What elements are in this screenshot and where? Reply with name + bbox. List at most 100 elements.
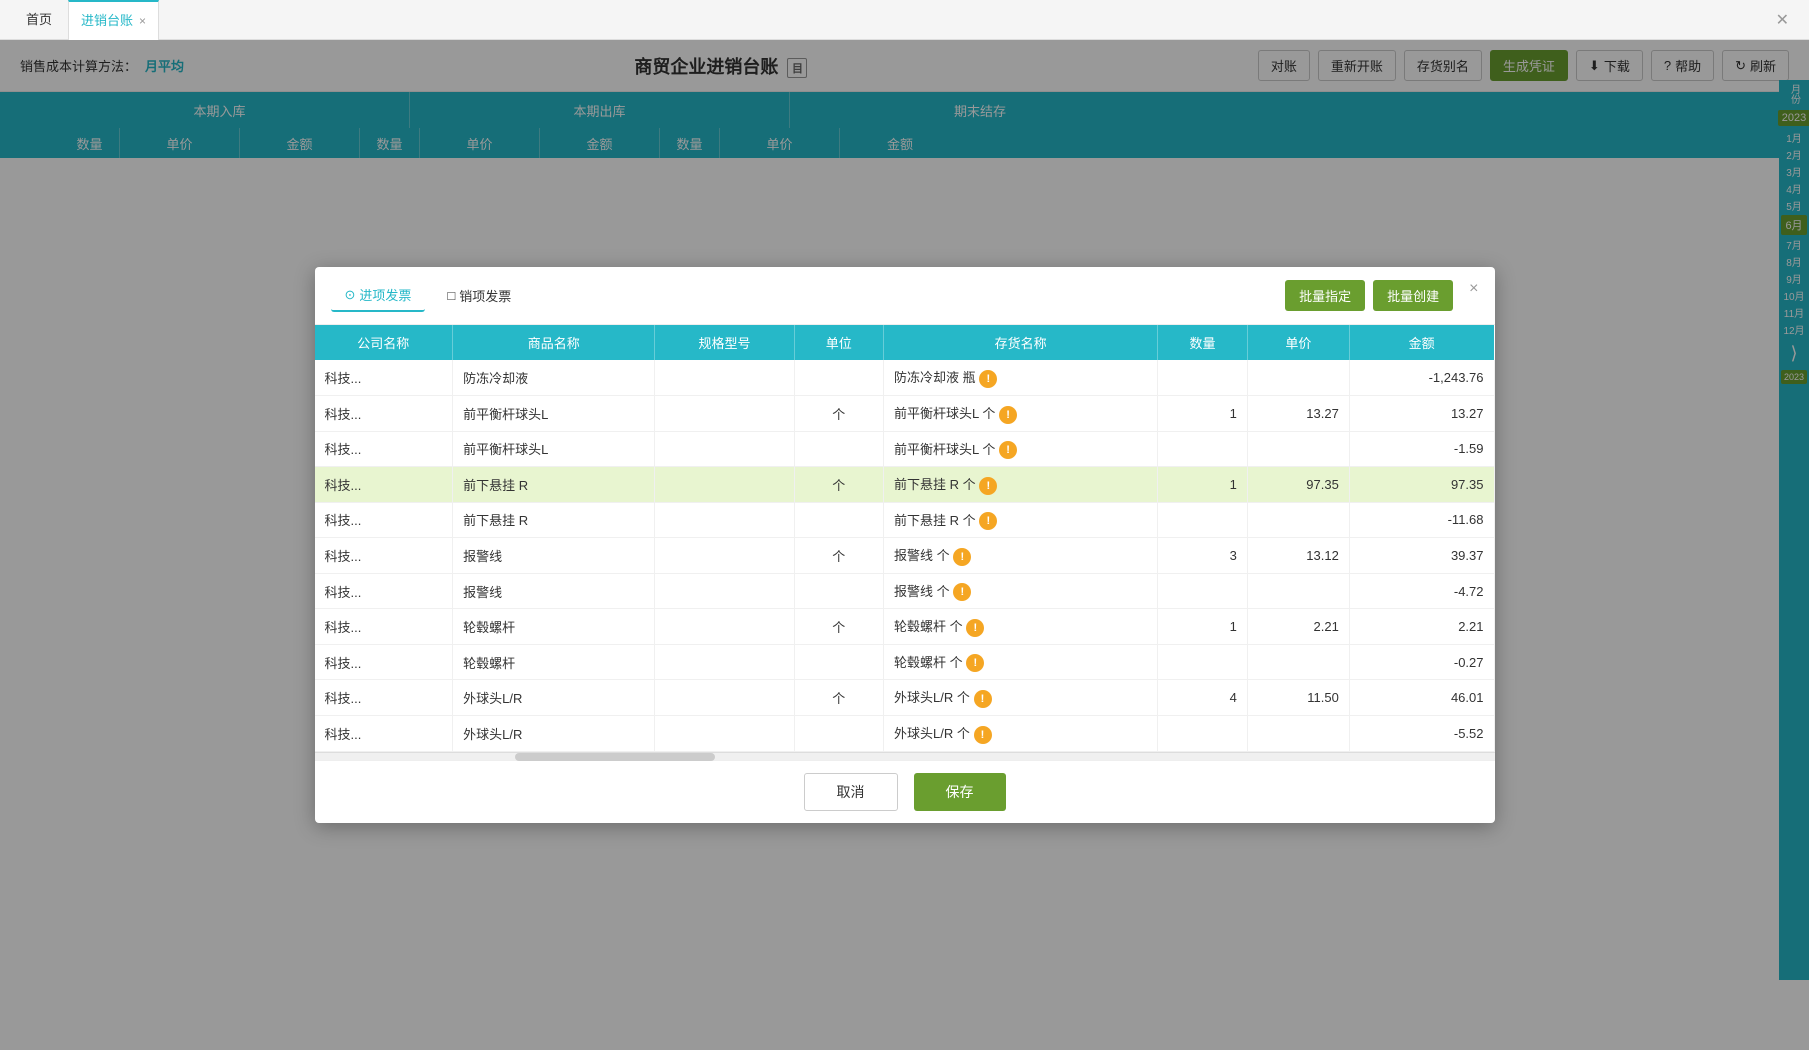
modal-table-container: 公司名称 商品名称 规格型号 单位 存货名称 数量 单价 金额 科技...防冻冷…: [315, 325, 1495, 751]
home-tab[interactable]: 首页: [10, 0, 68, 40]
table-cell: 1: [1158, 395, 1248, 431]
tab-sales-invoice[interactable]: □ 销项发票: [433, 280, 525, 311]
table-cell: 科技...: [315, 609, 453, 645]
table-cell: [1158, 360, 1248, 395]
tab-purchase-invoice[interactable]: ⊙ 进项发票: [331, 279, 426, 312]
table-cell: 97.35: [1349, 467, 1494, 503]
table-cell: 科技...: [315, 467, 453, 503]
table-cell: 科技...: [315, 680, 453, 716]
table-row[interactable]: 科技...前下悬挂 R前下悬挂 R 个 !-11.68: [315, 502, 1495, 538]
table-cell: 13.27: [1247, 395, 1349, 431]
table-cell: 前下悬挂 R: [453, 467, 655, 503]
table-cell: -1,243.76: [1349, 360, 1494, 395]
table-cell: [655, 467, 794, 503]
modal-scrollbar[interactable]: [315, 752, 1495, 760]
inventory-cell: 轮毂螺杆 个 !: [884, 644, 1158, 680]
table-cell: 科技...: [315, 431, 453, 467]
warning-icon: !: [953, 548, 971, 566]
table-cell: [794, 573, 884, 609]
table-row[interactable]: 科技...外球头L/R外球头L/R 个 !-5.52: [315, 716, 1495, 752]
inventory-cell: 轮毂螺杆 个 !: [884, 609, 1158, 645]
invoice-table: 公司名称 商品名称 规格型号 单位 存货名称 数量 单价 金额 科技...防冻冷…: [315, 325, 1495, 751]
table-cell: [1247, 360, 1349, 395]
inventory-cell: 防冻冷却液 瓶 !: [884, 360, 1158, 395]
active-tab-label: 进销台账: [81, 1, 133, 41]
warning-icon: !: [979, 512, 997, 530]
table-cell: 报警线: [453, 538, 655, 574]
table-cell: [655, 431, 794, 467]
table-cell: 科技...: [315, 502, 453, 538]
col-inventory: 存货名称: [884, 325, 1158, 360]
table-cell: [655, 680, 794, 716]
table-row[interactable]: 科技...前平衡杆球头L 前平衡杆球头L 个 ! -1.59: [315, 431, 1495, 467]
table-cell: -0.27: [1349, 644, 1494, 680]
modal-dialog: ⊙ 进项发票 □ 销项发票 批量指定 批量创建 ×: [315, 267, 1495, 822]
table-cell: [794, 502, 884, 538]
col-product-name: 商品名称: [453, 325, 655, 360]
table-cell: 13.12: [1247, 538, 1349, 574]
table-cell: 2.21: [1247, 609, 1349, 645]
table-cell: 轮毂螺杆: [453, 644, 655, 680]
table-cell: [1247, 573, 1349, 609]
table-row[interactable]: 科技...前下悬挂 R个前下悬挂 R 个 !197.3597.35: [315, 467, 1495, 503]
cancel-button[interactable]: 取消: [804, 773, 898, 811]
table-cell: 科技...: [315, 395, 453, 431]
table-cell: 科技...: [315, 573, 453, 609]
batch-create-button[interactable]: 批量创建: [1373, 280, 1453, 311]
table-cell: 科技...: [315, 538, 453, 574]
modal-table-body: 科技...防冻冷却液防冻冷却液 瓶 !-1,243.76科技...前平衡杆球头L…: [315, 360, 1495, 751]
table-cell: 个: [794, 680, 884, 716]
save-button[interactable]: 保存: [914, 773, 1006, 811]
table-cell: 报警线: [453, 573, 655, 609]
table-cell: [1158, 431, 1248, 467]
inventory-cell: 外球头L/R 个 !: [884, 680, 1158, 716]
table-row[interactable]: 科技...轮毂螺杆轮毂螺杆 个 !-0.27: [315, 644, 1495, 680]
warning-icon: !: [999, 406, 1017, 424]
table-cell: 个: [794, 538, 884, 574]
table-cell: [1158, 502, 1248, 538]
table-cell: -5.52: [1349, 716, 1494, 752]
table-cell: [655, 573, 794, 609]
scrollbar-thumb[interactable]: [515, 753, 715, 761]
tab-purchase-icon: ⊙: [345, 287, 356, 303]
active-tab[interactable]: 进销台账 ×: [68, 0, 159, 40]
table-cell: 个: [794, 609, 884, 645]
col-amount: 金额: [1349, 325, 1494, 360]
tab-close-icon[interactable]: ×: [139, 1, 146, 41]
table-cell: 前平衡杆球头L: [453, 395, 655, 431]
table-cell: [1247, 716, 1349, 752]
table-cell: 4: [1158, 680, 1248, 716]
table-cell: [794, 716, 884, 752]
modal-overlay: ⊙ 进项发票 □ 销项发票 批量指定 批量创建 ×: [0, 40, 1809, 1050]
table-cell: [655, 360, 794, 395]
table-row[interactable]: 科技...报警线报警线 个 !-4.72: [315, 573, 1495, 609]
table-cell: [655, 644, 794, 680]
table-cell: 科技...: [315, 716, 453, 752]
modal-actions: 批量指定 批量创建 ×: [1285, 280, 1478, 311]
top-bar: 首页 进销台账 × ✕: [0, 0, 1809, 40]
table-cell: [655, 609, 794, 645]
table-row[interactable]: 科技...外球头L/R个外球头L/R 个 !411.5046.01: [315, 680, 1495, 716]
table-cell: [1158, 644, 1248, 680]
inventory-cell: 前下悬挂 R 个 !: [884, 502, 1158, 538]
table-cell: 外球头L/R: [453, 716, 655, 752]
warning-icon: !: [979, 477, 997, 495]
table-cell: -11.68: [1349, 502, 1494, 538]
main-content: 销售成本计算方法： 月平均 商贸企业进销台账 目 对账 重新开账 存货别名 生成…: [0, 40, 1809, 1050]
table-cell: 个: [794, 395, 884, 431]
modal-footer: 取消 保存: [315, 760, 1495, 823]
table-cell: 前平衡杆球头L: [453, 431, 655, 467]
inventory-cell: 前平衡杆球头L 个 !: [884, 431, 1158, 467]
table-row[interactable]: 科技...轮毂螺杆个轮毂螺杆 个 !12.212.21: [315, 609, 1495, 645]
table-row[interactable]: 科技...防冻冷却液防冻冷却液 瓶 !-1,243.76: [315, 360, 1495, 395]
table-cell: 1: [1158, 609, 1248, 645]
modal-close-button[interactable]: ×: [1469, 280, 1478, 311]
table-cell: -1.59: [1349, 431, 1494, 467]
window-close-button[interactable]: ✕: [1766, 10, 1799, 30]
table-cell: [655, 716, 794, 752]
table-row[interactable]: 科技...前平衡杆球头L个前平衡杆球头L 个 !113.2713.27: [315, 395, 1495, 431]
col-company: 公司名称: [315, 325, 453, 360]
col-quantity: 数量: [1158, 325, 1248, 360]
batch-assign-button[interactable]: 批量指定: [1285, 280, 1365, 311]
table-row[interactable]: 科技...报警线个报警线 个 !313.1239.37: [315, 538, 1495, 574]
